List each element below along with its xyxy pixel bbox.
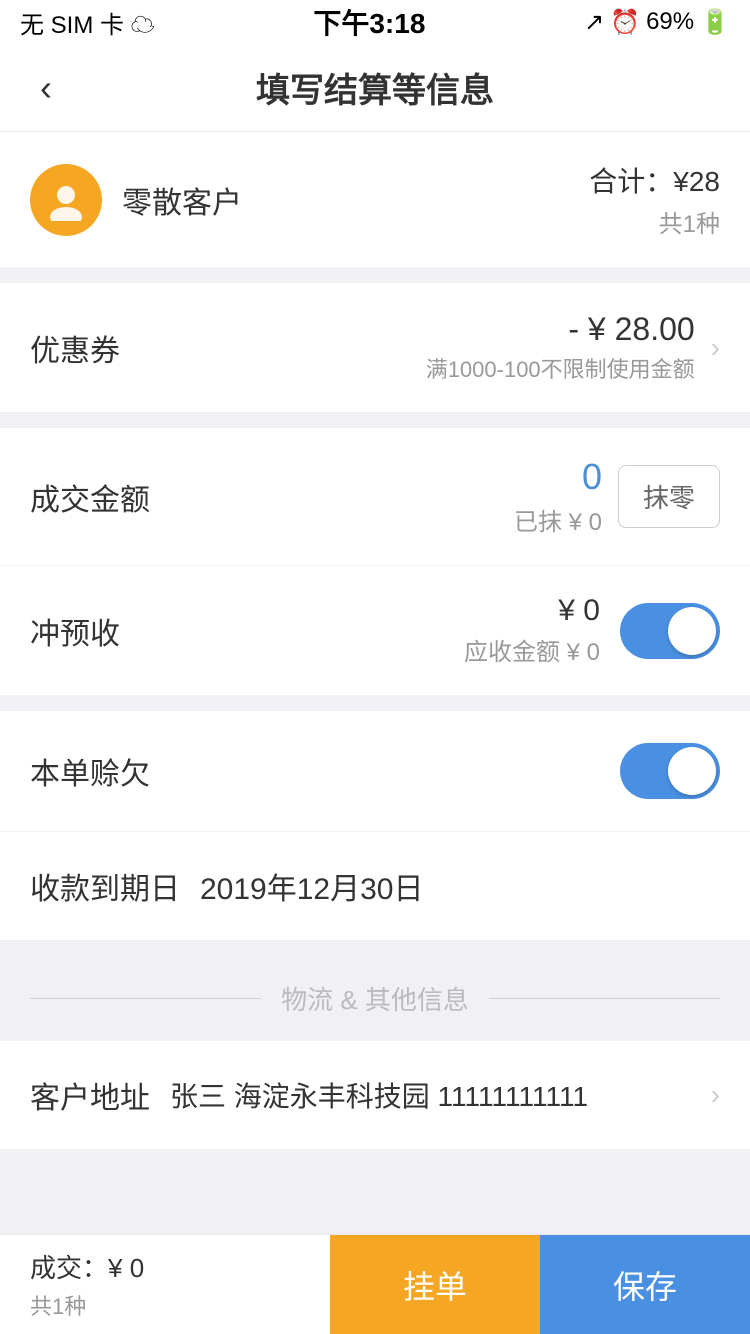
- customer-avatar: [30, 164, 102, 236]
- prereceive-amounts: ¥ 0 应收金额 ¥ 0: [464, 594, 600, 667]
- logistics-section: 物流 & 其他信息: [0, 956, 750, 1041]
- deal-amount-label: 成交金额: [30, 475, 150, 519]
- debt-toggle-knob: [668, 747, 716, 795]
- suspend-button-label: 挂单: [403, 1262, 467, 1308]
- location-icon: ↗: [584, 8, 604, 37]
- bottom-deal-amount: 成交：¥ 0: [30, 1248, 300, 1285]
- due-date-label: 收款到期日: [30, 864, 180, 908]
- save-button-label: 保存: [613, 1262, 677, 1308]
- customer-total-wrap: 合计：¥28 共1种: [589, 160, 720, 239]
- due-date-value: 2019年12月30日: [200, 864, 423, 908]
- save-button[interactable]: 保存: [540, 1235, 750, 1334]
- coupon-desc: 满1000-100不限制使用金额: [426, 352, 695, 384]
- customer-total: 合计：¥28: [589, 160, 720, 200]
- customer-left: 零散客户: [30, 164, 242, 236]
- debt-row: 本单赊欠: [0, 711, 750, 831]
- deal-amount-row: 成交金额 0 已抹 ¥ 0 抹零: [0, 428, 750, 566]
- bottom-bar: 成交：¥ 0 共1种 挂单 保存: [0, 1234, 750, 1334]
- customer-name: 零散客户: [122, 178, 242, 222]
- bottom-info: 成交：¥ 0 共1种: [0, 1235, 330, 1334]
- prereceive-main: ¥ 0: [464, 594, 600, 628]
- suspend-button[interactable]: 挂单: [330, 1235, 540, 1334]
- bottom-count: 共1种: [30, 1289, 300, 1321]
- prereceive-right: ¥ 0 应收金额 ¥ 0: [464, 594, 720, 667]
- battery-text: 69%: [646, 8, 694, 36]
- status-left: 无 SIM 卡 ☁: [20, 5, 155, 40]
- coupon-discount: - ¥ 28.00 满1000-100不限制使用金额: [426, 311, 695, 384]
- battery-icon: 🔋: [700, 8, 730, 37]
- logistics-line-left: [30, 998, 261, 999]
- address-value: 张三 海淀永丰科技园 11111111111: [170, 1075, 705, 1115]
- prereceive-label: 冲预收: [30, 609, 120, 653]
- nav-title: 填写结算等信息: [256, 63, 494, 112]
- bottom-deal-label: 成交：: [30, 1253, 108, 1283]
- status-right: ↗ ⏰ 69% 🔋: [584, 8, 730, 37]
- coupon-row[interactable]: 优惠券 - ¥ 28.00 满1000-100不限制使用金额 ›: [0, 283, 750, 412]
- content: 零散客户 合计：¥28 共1种 优惠券 - ¥ 28.00 满1000-100不…: [0, 132, 750, 1249]
- customer-count: 共1种: [589, 204, 720, 239]
- round-off-button[interactable]: 抹零: [618, 465, 720, 528]
- address-label: 客户地址: [30, 1073, 150, 1117]
- logistics-line-right: [489, 998, 720, 999]
- bottom-deal-value: ¥ 0: [108, 1253, 144, 1283]
- address-chevron-icon: ›: [711, 1079, 720, 1111]
- prereceive-sub: 应收金额 ¥ 0: [464, 632, 600, 667]
- deal-amount-right: 0 已抹 ¥ 0 抹零: [514, 456, 720, 537]
- coupon-chevron-icon: ›: [711, 332, 720, 364]
- prereceive-toggle[interactable]: [620, 603, 720, 659]
- deal-amount-value: 0: [582, 456, 602, 498]
- debt-section: 本单赊欠 收款到期日 2019年12月30日: [0, 711, 750, 940]
- address-row[interactable]: 客户地址 张三 海淀永丰科技园 11111111111 ›: [0, 1041, 750, 1149]
- prereceive-row: 冲预收 ¥ 0 应收金额 ¥ 0: [0, 566, 750, 695]
- toggle-knob: [668, 607, 716, 655]
- coupon-right: - ¥ 28.00 满1000-100不限制使用金额 ›: [426, 311, 720, 384]
- nav-bar: ‹ 填写结算等信息: [0, 44, 750, 132]
- coupon-label: 优惠券: [30, 326, 120, 370]
- form-section: 成交金额 0 已抹 ¥ 0 抹零 冲预收 ¥ 0 应收金额 ¥ 0: [0, 428, 750, 695]
- logistics-text: 物流 & 其他信息: [281, 980, 469, 1017]
- no-sim-text: 无 SIM 卡 ☁: [20, 5, 155, 40]
- coupon-amount: - ¥ 28.00: [426, 311, 695, 348]
- customer-row: 零散客户 合计：¥28 共1种: [0, 132, 750, 267]
- back-button[interactable]: ‹: [30, 57, 62, 119]
- status-time: 下午3:18: [313, 2, 425, 42]
- due-date-row: 收款到期日 2019年12月30日: [0, 831, 750, 940]
- debt-label: 本单赊欠: [30, 749, 150, 793]
- deal-amount-wrap: 0 已抹 ¥ 0: [514, 456, 602, 537]
- status-bar: 无 SIM 卡 ☁ 下午3:18 ↗ ⏰ 69% 🔋: [0, 0, 750, 44]
- alarm-icon: ⏰: [610, 8, 640, 37]
- debt-toggle[interactable]: [620, 743, 720, 799]
- deal-amount-sub: 已抹 ¥ 0: [514, 502, 602, 537]
